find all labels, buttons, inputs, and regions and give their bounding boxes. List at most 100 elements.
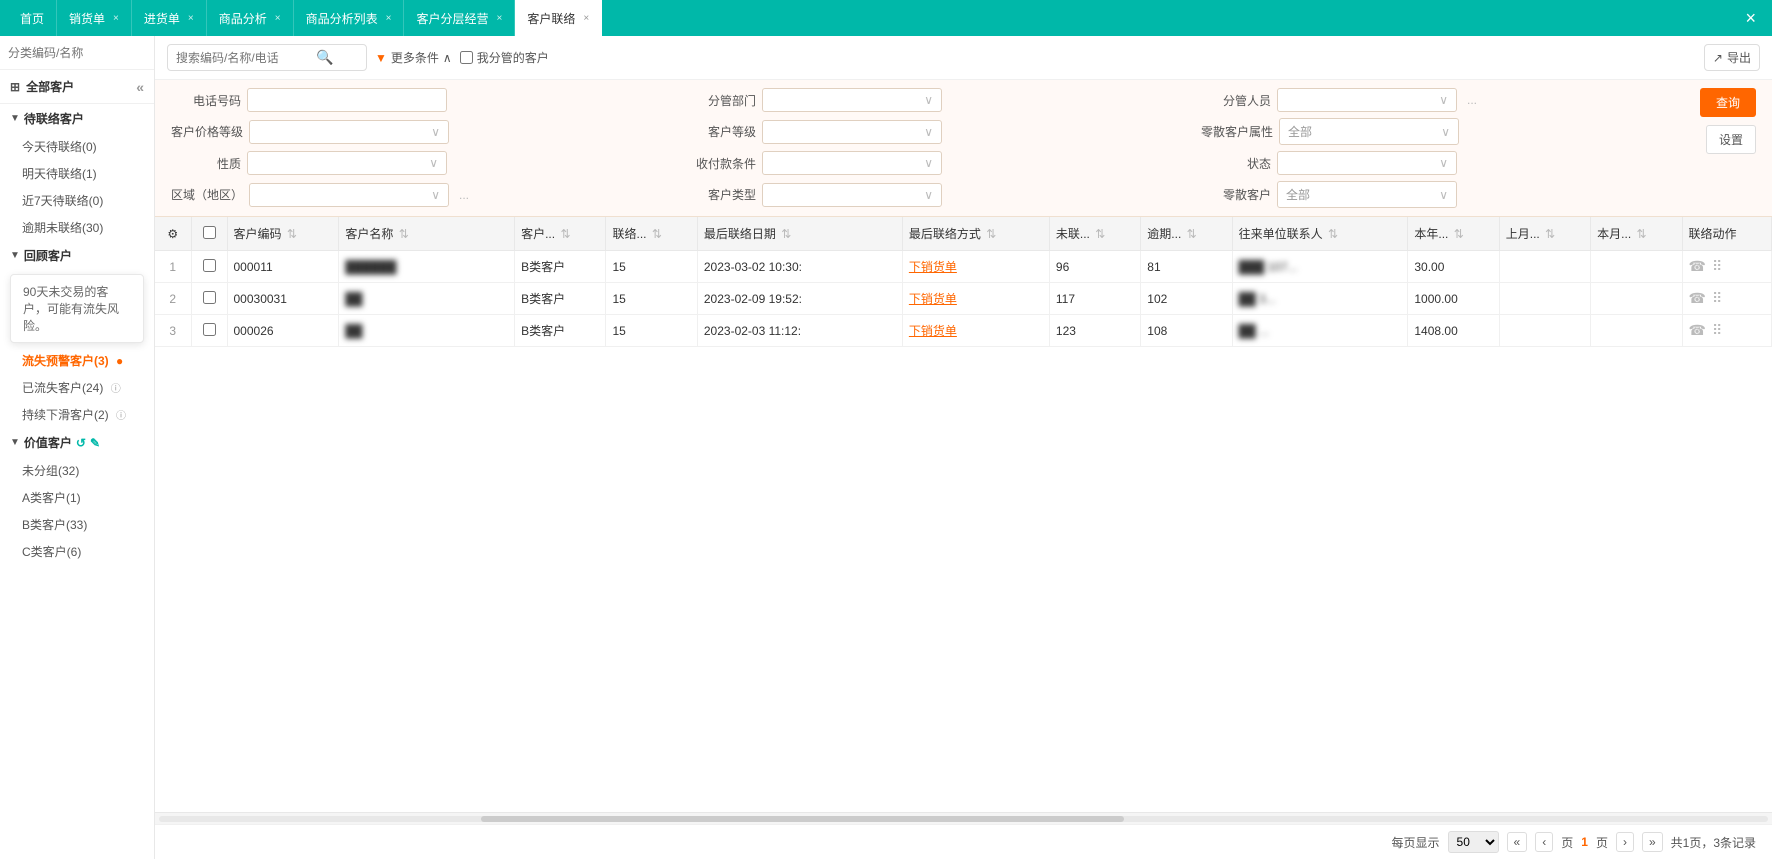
- more-actions-icon[interactable]: ⠿: [1712, 258, 1722, 275]
- row-checkbox[interactable]: [203, 291, 216, 304]
- dept-select[interactable]: ∨: [762, 88, 942, 112]
- scrollbar-thumb[interactable]: [481, 816, 1125, 822]
- this-year-col-header[interactable]: 本年... ⇅: [1408, 217, 1499, 251]
- close-icon[interactable]: ×: [188, 13, 194, 24]
- tab-purchase[interactable]: 进货单 ×: [132, 0, 207, 36]
- contact-person-col-header[interactable]: 往来单位联系人 ⇅: [1232, 217, 1408, 251]
- contact-type-link[interactable]: 下销货单: [909, 260, 957, 274]
- sidebar-section-value[interactable]: ▼ 价值客户 ↺ ✎: [0, 428, 154, 457]
- chevron-down-icon: ∨: [1441, 125, 1450, 139]
- settings-button[interactable]: 设置: [1706, 125, 1756, 154]
- more-icon[interactable]: ...: [1467, 93, 1477, 107]
- last-contact-type-col-header[interactable]: 最后联络方式 ⇅: [902, 217, 1049, 251]
- close-icon[interactable]: ×: [496, 13, 502, 24]
- tab-goods-analysis-list[interactable]: 商品分析列表 ×: [294, 0, 405, 36]
- checkbox-col-header[interactable]: [191, 217, 227, 251]
- window-close-button[interactable]: ×: [1737, 8, 1764, 29]
- close-icon[interactable]: ×: [583, 13, 589, 24]
- row-checkbox[interactable]: [203, 259, 216, 272]
- sidebar-item-overdue-contact[interactable]: 逾期未联络(30): [0, 214, 154, 241]
- overdue-col-header[interactable]: 逾期... ⇅: [1141, 217, 1232, 251]
- region-more-icon[interactable]: ...: [459, 188, 469, 202]
- zero-attr-select[interactable]: 全部 ∨: [1279, 118, 1459, 145]
- sidebar-item-c-class[interactable]: C类客户(6): [0, 538, 154, 565]
- sidebar-item-churn-warning[interactable]: 流失预警客户(3) ●: [0, 347, 154, 374]
- edit-icon[interactable]: ✎: [90, 436, 100, 450]
- customer-type-select[interactable]: ∨: [762, 183, 942, 207]
- next-page-button[interactable]: ›: [1616, 832, 1634, 852]
- tab-customer-contact[interactable]: 客户联络 ×: [515, 0, 602, 36]
- sidebar-item-b-class[interactable]: B类客户(33): [0, 511, 154, 538]
- chevron-up-icon: ∧: [443, 51, 452, 65]
- person-select[interactable]: ∨: [1277, 88, 1457, 112]
- sort-icon: ⇅: [1545, 227, 1555, 241]
- info-icon: ⓘ: [116, 411, 126, 422]
- sort-icon: ⇅: [399, 227, 409, 241]
- filter-row-2: 客户价格等级 ∨ 客户等级 ∨: [171, 118, 1700, 145]
- search-bar: 🔍 ▼ 更多条件 ∧ 我分管的客户 ↗ 导出: [155, 36, 1772, 80]
- sidebar-item-7days[interactable]: 近7天待联络(0): [0, 187, 154, 214]
- contact-type-link[interactable]: 下销货单: [909, 324, 957, 338]
- type-col-header[interactable]: 客户... ⇅: [515, 217, 606, 251]
- row-checkbox[interactable]: [203, 323, 216, 336]
- contact-icon[interactable]: ☎: [1689, 290, 1706, 307]
- data-table: ⚙ 客户编码 ⇅ 客户名称 ⇅: [155, 217, 1772, 347]
- first-page-button[interactable]: «: [1507, 832, 1528, 852]
- tab-customer-layer[interactable]: 客户分层经营 ×: [404, 0, 515, 36]
- payment-select[interactable]: ∨: [762, 151, 942, 175]
- contact-col-header[interactable]: 联络... ⇅: [606, 217, 697, 251]
- sidebar-all-customers[interactable]: ⊞ 全部客户 «: [0, 70, 154, 104]
- sidebar-section-pending[interactable]: ▼ 待联络客户: [0, 104, 154, 133]
- region-select[interactable]: ∨: [249, 183, 449, 207]
- close-icon[interactable]: ×: [275, 13, 281, 24]
- contact-type-link[interactable]: 下销货单: [909, 292, 957, 306]
- filter-field-status: 状态 ∨: [1201, 151, 1700, 175]
- tab-home[interactable]: 首页: [8, 0, 57, 36]
- sidebar-item-today[interactable]: 今天待联络(0): [0, 133, 154, 160]
- sidebar-collapse-button[interactable]: «: [136, 79, 144, 95]
- sidebar-item-tomorrow[interactable]: 明天待联络(1): [0, 160, 154, 187]
- name-col-header[interactable]: 客户名称 ⇅: [339, 217, 515, 251]
- sidebar-section-review[interactable]: ▼ 回顾客户: [0, 241, 154, 270]
- tab-sales[interactable]: 销货单 ×: [57, 0, 132, 36]
- refresh-icon[interactable]: ↺: [76, 436, 86, 450]
- my-customers-checkbox[interactable]: [460, 51, 473, 64]
- last-month-col-header[interactable]: 上月... ⇅: [1499, 217, 1590, 251]
- row-code: 000011: [227, 251, 339, 283]
- filter-more-btn[interactable]: ▼ 更多条件 ∧: [375, 49, 452, 66]
- sidebar-item-ungrouped[interactable]: 未分组(32): [0, 457, 154, 484]
- tab-goods-analysis[interactable]: 商品分析 ×: [207, 0, 294, 36]
- code-col-header[interactable]: 客户编码 ⇅: [227, 217, 339, 251]
- last-page-button[interactable]: »: [1642, 832, 1663, 852]
- horizontal-scrollbar[interactable]: [155, 812, 1772, 824]
- zero-customer-select[interactable]: 全部 ∨: [1277, 181, 1457, 208]
- no-contact-days-col-header[interactable]: 未联... ⇅: [1049, 217, 1140, 251]
- close-icon[interactable]: ×: [386, 13, 392, 24]
- last-contact-date-col-header[interactable]: 最后联络日期 ⇅: [697, 217, 902, 251]
- price-level-select[interactable]: ∨: [249, 120, 449, 144]
- row-this-year: 30.00: [1408, 251, 1499, 283]
- sidebar-item-churned[interactable]: 已流失客户(24) ⓘ: [0, 374, 154, 401]
- this-month-col-header[interactable]: 本月... ⇅: [1591, 217, 1682, 251]
- settings-col-header[interactable]: ⚙: [155, 217, 191, 251]
- status-select[interactable]: ∨: [1277, 151, 1457, 175]
- query-button[interactable]: 查询: [1700, 88, 1756, 117]
- search-icon[interactable]: 🔍: [316, 49, 333, 66]
- contact-icon[interactable]: ☎: [1689, 258, 1706, 275]
- search-input[interactable]: [176, 51, 316, 65]
- contact-icon[interactable]: ☎: [1689, 322, 1706, 339]
- prev-page-button[interactable]: ‹: [1535, 832, 1553, 852]
- nature-select[interactable]: ∨: [247, 151, 447, 175]
- more-actions-icon[interactable]: ⠿: [1712, 322, 1722, 339]
- close-icon[interactable]: ×: [113, 13, 119, 24]
- page-size-select[interactable]: 50 100: [1448, 831, 1499, 853]
- more-actions-icon[interactable]: ⠿: [1712, 290, 1722, 307]
- table-row: 1 000011 ██████ B类客户 15 2023-03-02 10:30…: [155, 251, 1772, 283]
- sidebar-item-a-class[interactable]: A类客户(1): [0, 484, 154, 511]
- export-button[interactable]: ↗ 导出: [1704, 44, 1760, 71]
- customer-level-select[interactable]: ∨: [762, 120, 942, 144]
- phone-input[interactable]: [247, 88, 447, 112]
- sidebar-item-declining[interactable]: 持续下滑客户(2) ⓘ: [0, 401, 154, 428]
- sidebar-search-input[interactable]: [8, 46, 155, 60]
- select-all-checkbox[interactable]: [203, 226, 216, 239]
